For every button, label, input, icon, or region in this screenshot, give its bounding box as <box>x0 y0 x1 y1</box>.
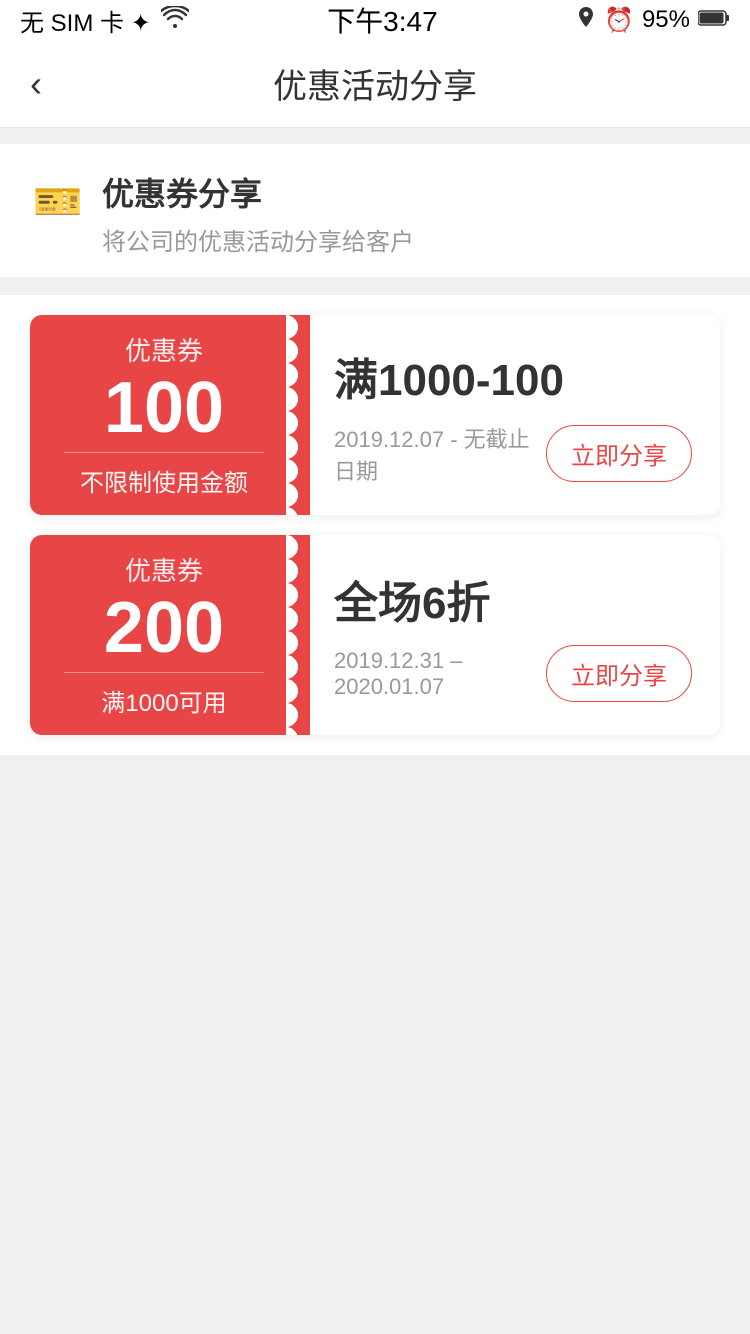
coupon-card-1: 优惠券 100 不限制使用金额 满1000-100 2019.12.07 - 无… <box>30 315 720 515</box>
gray-bottom <box>0 755 750 1315</box>
coupon-divider-2 <box>64 672 264 673</box>
coupon-date-2: 2019.12.31 – 2020.01.07 <box>334 648 536 700</box>
nav-title: 优惠活动分享 <box>273 59 477 108</box>
coupon-share-btn-1[interactable]: 立即分享 <box>546 425 692 482</box>
coupon-label-1: 优惠券 <box>125 331 203 368</box>
status-time: 下午3:47 <box>327 0 438 40</box>
battery-percent: 95% <box>642 6 690 34</box>
coupon-share-btn-2[interactable]: 立即分享 <box>546 645 692 702</box>
sim-status: 无 SIM 卡 ✦ <box>20 3 151 38</box>
section-text: 优惠券分享 将公司的优惠活动分享给客户 <box>102 174 414 257</box>
status-bar: 无 SIM 卡 ✦ 下午3:47 ⏰ 95% <box>0 0 750 40</box>
wifi-icon <box>161 6 189 35</box>
coupon-label-2: 优惠券 <box>125 551 203 588</box>
separator-mid <box>0 279 750 295</box>
coupon-left-1: 优惠券 100 不限制使用金额 <box>30 315 298 515</box>
back-button[interactable]: ‹ <box>30 63 42 105</box>
coupon-meta-1: 2019.12.07 - 无截止日期 立即分享 <box>334 422 692 486</box>
alarm-icon: ⏰ <box>604 6 634 35</box>
status-right: ⏰ 95% <box>576 6 730 35</box>
section-header: 🎫 优惠券分享 将公司的优惠活动分享给客户 <box>0 144 750 277</box>
coupon-date-1: 2019.12.07 - 无截止日期 <box>334 422 536 486</box>
coupon-list: 优惠券 100 不限制使用金额 满1000-100 2019.12.07 - 无… <box>0 295 750 755</box>
coupon-meta-2: 2019.12.31 – 2020.01.07 立即分享 <box>334 645 692 702</box>
coupon-condition-2: 满1000可用 <box>101 683 226 718</box>
coupon-card-2: 优惠券 200 满1000可用 全场6折 2019.12.31 – 2020.0… <box>30 535 720 735</box>
coupon-right-2: 全场6折 2019.12.31 – 2020.01.07 立即分享 <box>298 535 720 735</box>
coupon-amount-1: 100 <box>104 372 224 444</box>
section-title: 优惠券分享 <box>102 174 414 216</box>
coupon-condition-1: 不限制使用金额 <box>80 463 248 498</box>
coupon-name-2: 全场6折 <box>334 567 692 631</box>
section-icon: 🎫 <box>30 174 86 230</box>
nav-bar: ‹ 优惠活动分享 <box>0 40 750 128</box>
separator-top <box>0 128 750 144</box>
battery-icon <box>698 6 730 34</box>
status-left: 无 SIM 卡 ✦ <box>20 3 189 38</box>
location-icon <box>576 6 596 35</box>
section-subtitle: 将公司的优惠活动分享给客户 <box>102 222 414 257</box>
coupon-right-1: 满1000-100 2019.12.07 - 无截止日期 立即分享 <box>298 315 720 515</box>
coupon-name-1: 满1000-100 <box>334 344 692 408</box>
coupon-amount-2: 200 <box>104 592 224 664</box>
coupon-divider-1 <box>64 452 264 453</box>
coupon-left-2: 优惠券 200 满1000可用 <box>30 535 298 735</box>
